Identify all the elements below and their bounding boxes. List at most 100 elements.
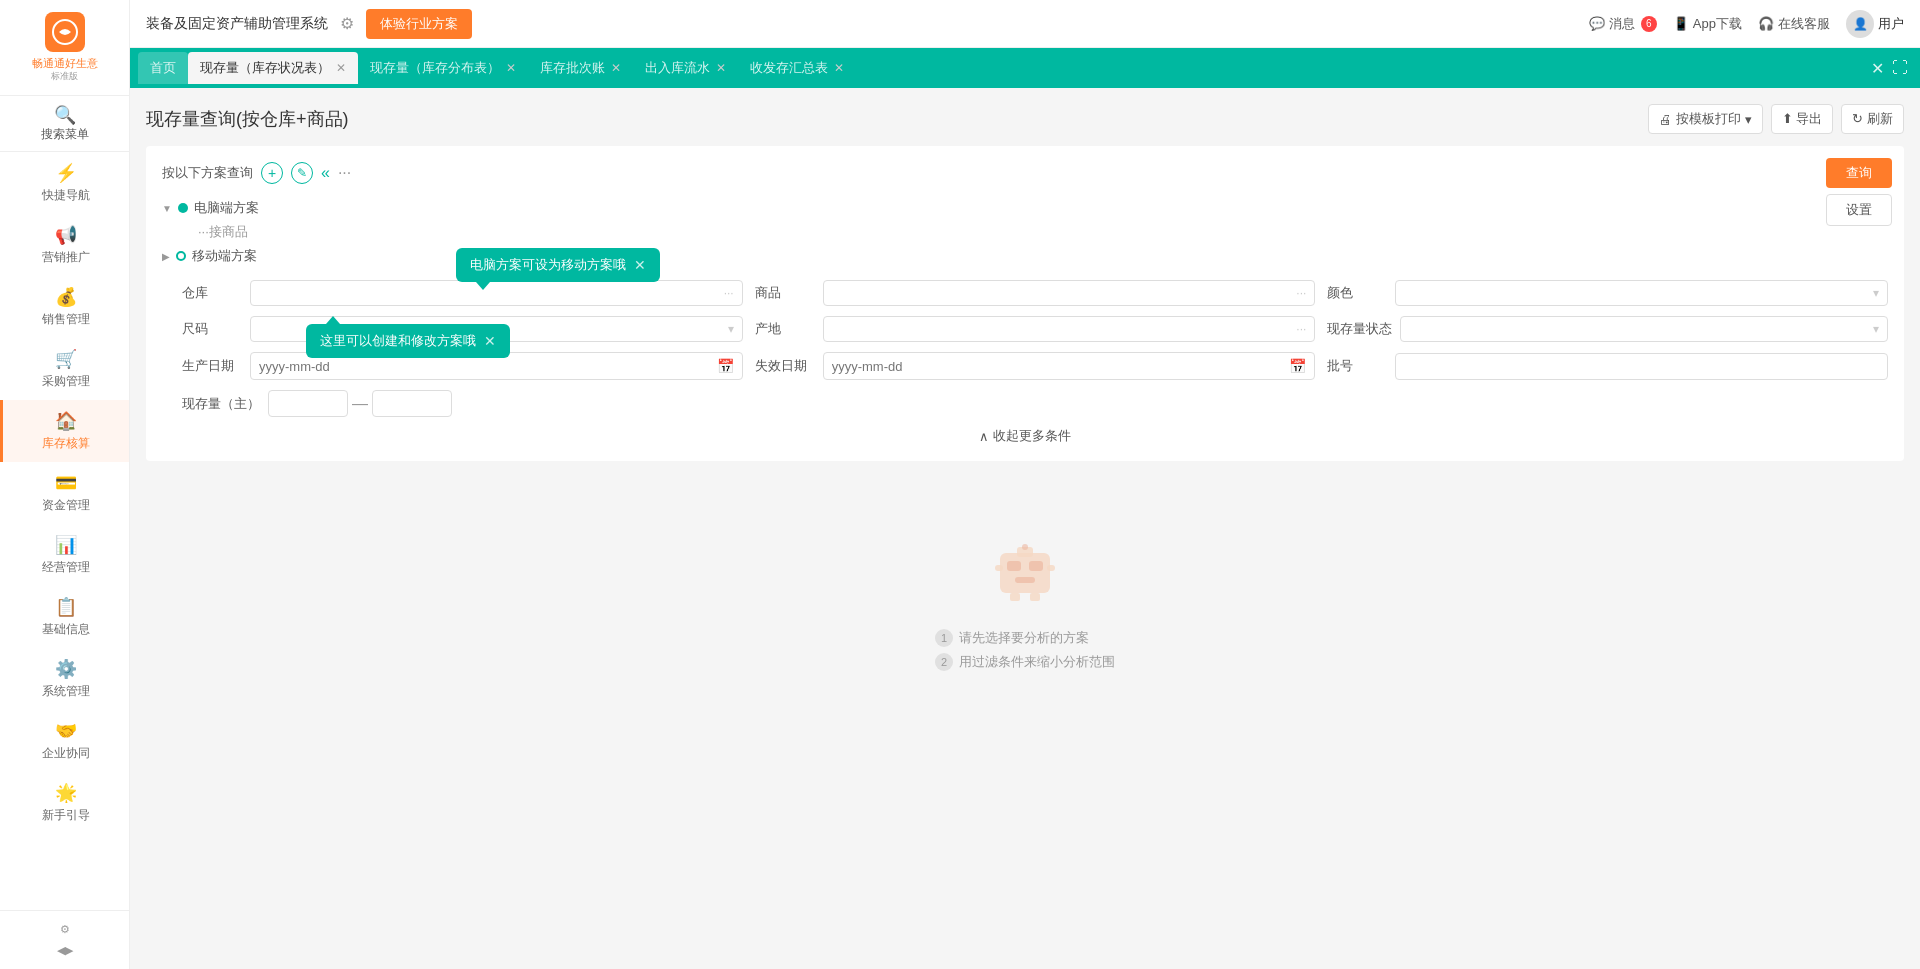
tab-in-out-flow-close[interactable]: ✕ [716,61,726,75]
purchase-icon: 🛒 [55,348,77,370]
empty-hints: 1 请先选择要分析的方案 2 用过滤条件来缩小分析范围 [935,629,1115,671]
sidebar-item-finance[interactable]: 💳 资金管理 [0,462,129,524]
page-title: 现存量查询(按仓库+商品) [146,107,349,131]
produce-date-from-cal-icon[interactable]: 📅 [717,358,734,374]
scheme-item-mobile[interactable]: ▶ 移动端方案 [162,244,1888,268]
color-label: 颜色 [1327,284,1387,302]
sidebar-item-purchase[interactable]: 🛒 采购管理 [0,338,129,400]
filter-label: 按以下方案查询 [162,164,253,182]
filter-panel: 按以下方案查询 + ✎ « ··· ▼ 电脑端方案 ···接商品 [146,146,1904,461]
collapse-label: 收起更多条件 [993,427,1071,445]
filter-edit-btn[interactable]: ✎ [291,162,313,184]
sidebar-item-sales-label: 销售管理 [42,311,90,328]
tab-bar-right: ✕ ⛶ [1871,59,1912,78]
filter-add-btn[interactable]: + [261,162,283,184]
batch-input[interactable] [1395,353,1888,380]
filter-origin: 产地 ··· [755,316,1316,342]
product-select[interactable]: ··· [823,280,1316,306]
tab-stock-batch-close[interactable]: ✕ [611,61,621,75]
sidebar-collapse-btn[interactable]: ◀▶ [57,944,73,957]
size-chevron-icon: ▾ [728,322,734,336]
tab-stock-status-close[interactable]: ✕ [336,61,346,75]
tab-close-all-btn[interactable]: ✕ [1871,59,1884,78]
msg-badge: 6 [1641,16,1657,32]
sidebar-item-inventory[interactable]: 🏠 库存核算 [0,400,129,462]
sidebar-item-marketing[interactable]: 📢 营销推广 [0,214,129,276]
user-area[interactable]: 👤 用户 [1846,10,1904,38]
filter-more-btn[interactable]: ··· [338,164,351,182]
svg-point-10 [1022,544,1028,550]
logo-area: 畅通通好生意 标准版 [0,0,129,96]
origin-chevron-icon: ··· [1296,322,1306,336]
filter-stock-qty: 现存量（主） — [182,390,743,417]
expire-date-from-cal-icon[interactable]: 📅 [1289,358,1306,374]
app-download-btn[interactable]: 📱 App下载 [1673,15,1742,33]
sidebar-item-operations-label: 经营管理 [42,559,90,576]
product-label: 商品 [755,284,815,302]
sidebar-item-sales[interactable]: 💰 销售管理 [0,276,129,338]
tab-stock-dist[interactable]: 现存量（库存分布表） ✕ [358,52,528,84]
tab-fullscreen-btn[interactable]: ⛶ [1892,59,1908,77]
sidebar-item-inventory-label: 库存核算 [42,435,90,452]
tab-stock-batch[interactable]: 库存批次账 ✕ [528,52,633,84]
reset-btn[interactable]: 设置 [1826,194,1892,226]
sidebar-item-basic[interactable]: 📋 基础信息 [0,586,129,648]
expire-date-from-input[interactable] [832,359,1286,374]
guide-icon: 🌟 [55,782,77,804]
online-service-btn[interactable]: 🎧 在线客服 [1758,15,1830,33]
search-btn[interactable]: 查询 [1826,158,1892,188]
online-service-label: 在线客服 [1778,15,1830,33]
search-menu-item[interactable]: 🔍 搜索菜单 [0,96,129,152]
header-gear-icon[interactable]: ⚙ [340,14,354,33]
tab-in-out-flow[interactable]: 出入库流水 ✕ [633,52,738,84]
sales-icon: 💰 [55,286,77,308]
experience-btn[interactable]: 体验行业方案 [366,9,472,39]
scheme-tree: ▼ 电脑端方案 ···接商品 ▶ 移动端方案 [162,196,1888,268]
sidebar-item-enterprise[interactable]: 🤝 企业协同 [0,710,129,772]
sidebar-settings-btn[interactable]: ⚙ [60,923,70,936]
stock-qty-to-input[interactable] [372,390,452,417]
tab-collect-summary-close[interactable]: ✕ [834,61,844,75]
product-chevron-icon: ··· [1296,286,1306,300]
header-right: 💬 消息 6 📱 App下载 🎧 在线客服 👤 用户 [1589,10,1904,38]
scheme-tooltip-close[interactable]: ✕ [634,257,646,273]
expire-date-from[interactable]: 📅 [823,352,1316,380]
scheme-sub-item[interactable]: ···接商品 [178,220,1888,244]
messages-btn[interactable]: 💬 消息 6 [1589,15,1657,33]
svg-rect-5 [1010,593,1020,601]
tab-stock-dist-close[interactable]: ✕ [506,61,516,75]
sidebar-item-guide[interactable]: 🌟 新手引导 [0,772,129,834]
sidebar-item-basic-label: 基础信息 [42,621,90,638]
filter-back-btn[interactable]: « [321,164,330,182]
export-btn[interactable]: ⬆ 导出 [1771,104,1834,134]
create-tooltip-close[interactable]: ✕ [484,333,496,349]
collapse-btn[interactable]: ∧ 收起更多条件 [162,427,1888,445]
filter-header: 按以下方案查询 + ✎ « ··· [162,162,1888,184]
tab-stock-status[interactable]: 现存量（库存状况表） ✕ [188,52,358,84]
sidebar-footer: ⚙ ◀▶ [0,910,129,969]
tab-in-out-flow-label: 出入库流水 [645,59,710,77]
sidebar-item-operations[interactable]: 📊 经营管理 [0,524,129,586]
mobile-scheme-label: 移动端方案 [192,247,257,265]
color-select[interactable]: ▾ [1395,280,1888,306]
produce-date-from-input[interactable] [259,359,713,374]
origin-select[interactable]: ··· [823,316,1316,342]
empty-illustration [985,533,1065,613]
stock-qty-from-input[interactable] [268,390,348,417]
stock-status-select[interactable]: ▾ [1400,316,1888,342]
warehouse-select[interactable]: ··· [250,280,743,306]
svg-rect-1 [1000,553,1050,593]
sidebar-item-system[interactable]: ⚙️ 系统管理 [0,648,129,710]
tab-home[interactable]: 首页 [138,52,188,84]
tab-collect-summary[interactable]: 收发存汇总表 ✕ [738,52,856,84]
sidebar-item-quick[interactable]: ⚡ 快捷导航 [0,152,129,214]
sidebar-item-finance-label: 资金管理 [42,497,90,514]
tab-collect-summary-label: 收发存汇总表 [750,59,828,77]
quick-nav-icon: ⚡ [55,162,77,184]
template-print-btn[interactable]: 🖨 按模板打印 ▾ [1648,104,1763,134]
refresh-btn[interactable]: ↻ 刷新 [1841,104,1904,134]
refresh-icon: ↻ [1852,111,1863,126]
stock-qty-label: 现存量（主） [182,395,260,413]
export-icon: ⬆ [1782,111,1793,126]
scheme-item-pc[interactable]: ▼ 电脑端方案 [162,196,1888,220]
